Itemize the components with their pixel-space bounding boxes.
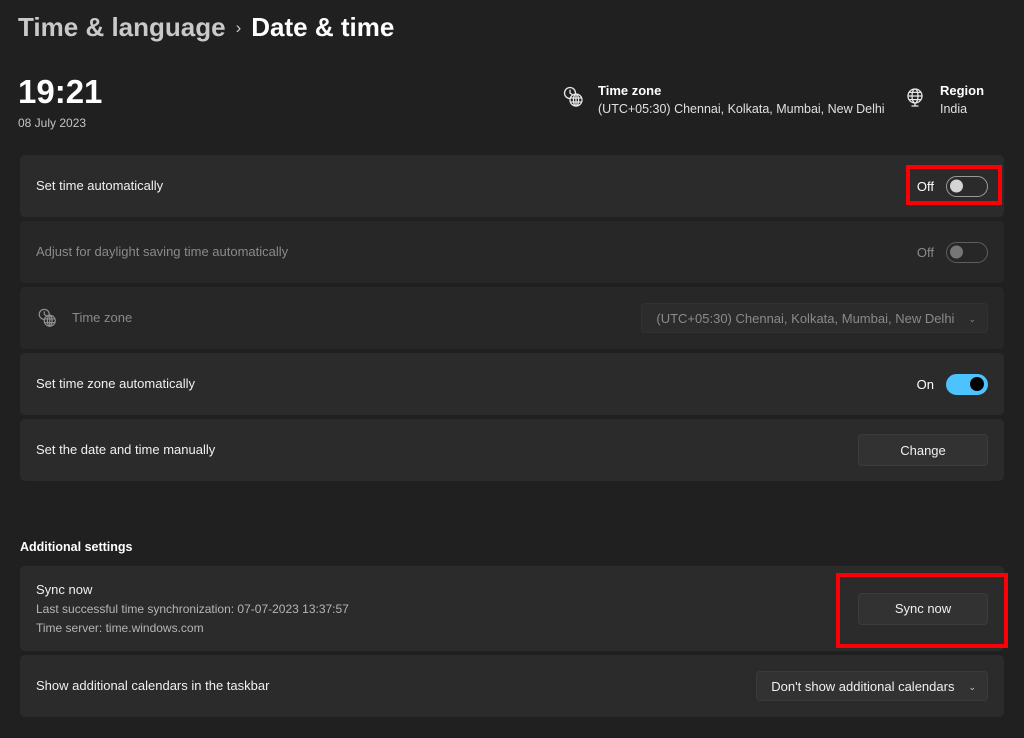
row-show-additional-calendars: Show additional calendars in the taskbar…	[20, 655, 1004, 717]
adjust-daylight-saving-label: Adjust for daylight saving time automati…	[36, 243, 288, 261]
toggle-knob	[950, 246, 963, 259]
toggle-knob	[970, 377, 984, 391]
page-title: Date & time	[251, 8, 394, 46]
time-zone-dropdown-value: (UTC+05:30) Chennai, Kolkata, Mumbai, Ne…	[656, 311, 954, 326]
sync-now-title: Sync now	[36, 580, 349, 599]
breadcrumb: Time & language › Date & time	[18, 8, 394, 46]
clock-globe-icon	[560, 84, 586, 110]
additional-settings-rows: Sync now Last successful time synchroniz…	[20, 566, 1004, 721]
row-adjust-daylight-saving: Adjust for daylight saving time automati…	[20, 221, 1004, 283]
globe-icon	[902, 84, 928, 110]
header-region-title: Region	[940, 82, 984, 100]
toggle-knob	[950, 180, 963, 193]
chevron-down-icon: ⌄	[968, 315, 976, 324]
toggle-switch[interactable]	[946, 176, 988, 197]
row-sync-now: Sync now Last successful time synchroniz…	[20, 566, 1004, 651]
toggle-switch	[946, 242, 988, 263]
set-time-automatically-label: Set time automatically	[36, 177, 163, 195]
current-date: 08 July 2023	[18, 114, 102, 132]
additional-calendars-dropdown[interactable]: Don't show additional calendars ⌄	[756, 671, 988, 701]
change-button[interactable]: Change	[858, 434, 988, 466]
set-time-zone-automatically-toggle[interactable]: On	[914, 374, 988, 395]
time-zone-dropdown: (UTC+05:30) Chennai, Kolkata, Mumbai, Ne…	[641, 303, 988, 333]
header-time-zone-title: Time zone	[598, 82, 885, 100]
set-time-automatically-state: Off	[914, 179, 934, 194]
current-time: 19:21	[18, 72, 102, 112]
adjust-daylight-saving-state: Off	[914, 245, 934, 260]
breadcrumb-separator-icon: ›	[236, 9, 242, 47]
sync-now-button[interactable]: Sync now	[858, 593, 988, 625]
breadcrumb-parent-link[interactable]: Time & language	[18, 8, 226, 46]
header-time-zone-info: Time zone (UTC+05:30) Chennai, Kolkata, …	[560, 82, 885, 118]
time-zone-label: Time zone	[72, 309, 132, 327]
toggle-switch[interactable]	[946, 374, 988, 395]
row-set-time-automatically[interactable]: Set time automatically Off	[20, 155, 1004, 217]
set-date-time-manually-label: Set the date and time manually	[36, 441, 215, 459]
row-set-date-time-manually: Set the date and time manually Change	[20, 419, 1004, 481]
set-time-zone-automatically-state: On	[914, 377, 934, 392]
sync-time-server: Time server: time.windows.com	[36, 619, 349, 637]
additional-settings-heading: Additional settings	[20, 540, 133, 554]
settings-rows: Set time automatically Off Adjust for da…	[20, 155, 1004, 485]
set-time-automatically-toggle[interactable]: Off	[914, 176, 988, 197]
current-time-block: 19:21 08 July 2023	[18, 72, 102, 132]
clock-globe-icon	[36, 307, 58, 329]
row-time-zone: Time zone (UTC+05:30) Chennai, Kolkata, …	[20, 287, 1004, 349]
chevron-down-icon: ⌄	[968, 683, 976, 692]
sync-last-successful: Last successful time synchronization: 07…	[36, 600, 349, 618]
header-region-info: Region India	[902, 82, 984, 118]
additional-calendars-value: Don't show additional calendars	[771, 679, 954, 694]
set-time-zone-automatically-label: Set time zone automatically	[36, 375, 195, 393]
adjust-daylight-saving-toggle: Off	[914, 242, 988, 263]
row-set-time-zone-automatically[interactable]: Set time zone automatically On	[20, 353, 1004, 415]
date-time-settings-page: Time & language › Date & time 19:21 08 J…	[0, 0, 1024, 738]
header-region-value: India	[940, 100, 984, 118]
header-time-zone-value: (UTC+05:30) Chennai, Kolkata, Mumbai, Ne…	[598, 100, 885, 118]
show-additional-calendars-label: Show additional calendars in the taskbar	[36, 677, 269, 695]
